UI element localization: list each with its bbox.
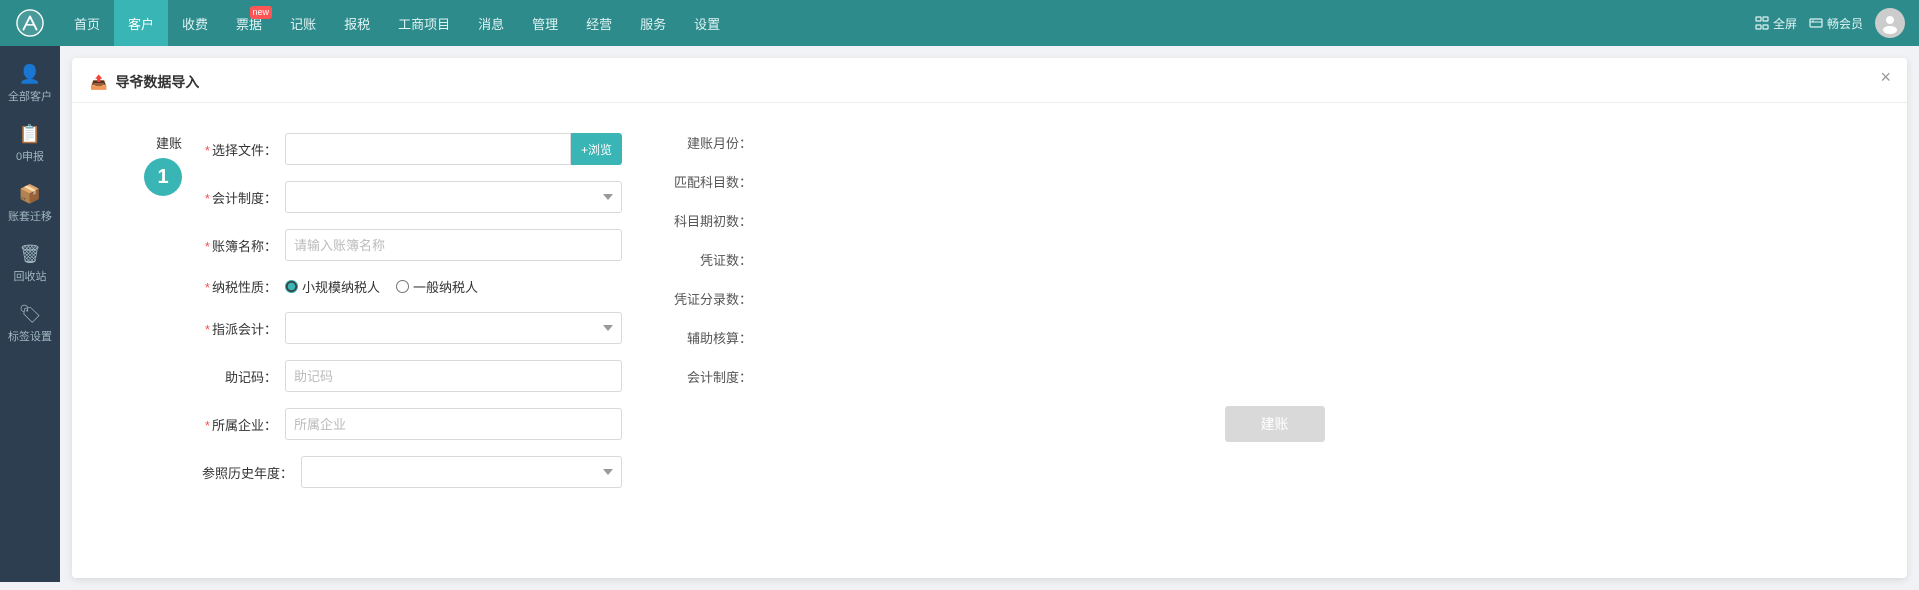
dialog-card: 📤 导爷数据导入 × 建账 1 *选择文件：	[72, 58, 1907, 578]
label-file: *选择文件：	[202, 140, 277, 159]
build-btn-area: 建账	[662, 406, 1887, 442]
sidebar-label-labels: 标签设置	[8, 328, 52, 344]
nav-item-tax[interactable]: 报税	[330, 0, 384, 46]
accounting-system-select[interactable]	[285, 181, 622, 213]
radio-general-label: 一般纳税人	[413, 277, 478, 296]
browse-button[interactable]: +浏览	[571, 133, 622, 165]
form-row-history-year: 参照历史年度：	[202, 456, 622, 488]
vip-button[interactable]: 畅会员	[1809, 15, 1863, 32]
ledger-name-input[interactable]	[285, 229, 622, 261]
file-text-input[interactable]	[285, 133, 571, 165]
nav-item-clients[interactable]: 客户	[114, 0, 168, 46]
dialog-title: 导爷数据导入	[115, 72, 199, 92]
info-label-build-month: 建账月份：	[662, 133, 752, 152]
form-row-accounting-system: *会计制度：	[202, 181, 622, 213]
info-row-build-month: 建账月份：	[662, 133, 1887, 152]
declaration-icon: 📋	[19, 124, 41, 145]
nav-item-services[interactable]: 服务	[626, 0, 680, 46]
info-row-voucher-entries: 凭证分录数：	[662, 289, 1887, 308]
sidebar-label-migration: 账套迁移	[8, 208, 52, 224]
sidebar-item-labels[interactable]: 🏷 标签设置	[0, 294, 60, 354]
labels-icon: 🏷	[19, 304, 42, 325]
close-button[interactable]: ×	[1880, 68, 1891, 86]
radio-small-label: 小规模纳税人	[302, 277, 380, 296]
info-label-auxiliary: 辅助核算：	[662, 328, 752, 347]
sidebar-label-all-clients: 全部客户	[8, 88, 52, 104]
radio-general-taxpayer[interactable]: 一般纳税人	[396, 277, 478, 296]
nav-item-fees[interactable]: 收费	[168, 0, 222, 46]
vip-label: 畅会员	[1827, 15, 1863, 32]
sidebar: 👤 全部客户 📋 0申报 📦 账套迁移 🗑 回收站 🏷 标签设置	[0, 46, 60, 582]
info-label-voucher-entries: 凭证分录数：	[662, 289, 752, 308]
tax-type-radio-group: 小规模纳税人 一般纳税人	[285, 277, 478, 296]
form-row-company: *所属企业：	[202, 408, 622, 440]
info-label-voucher-count: 凭证数：	[662, 250, 752, 269]
sidebar-item-declaration[interactable]: 📋 0申报	[0, 114, 60, 174]
nav-item-business[interactable]: 工商项目	[384, 0, 464, 46]
avatar[interactable]	[1875, 8, 1905, 38]
info-row-auxiliary: 辅助核算：	[662, 328, 1887, 347]
fullscreen-label: 全屏	[1773, 15, 1797, 32]
company-input[interactable]	[285, 408, 622, 440]
all-clients-icon: 👤	[19, 64, 41, 85]
new-badge: new	[250, 6, 273, 19]
nav-item-settings[interactable]: 设置	[680, 0, 734, 46]
nav-item-messages[interactable]: 消息	[464, 0, 518, 46]
import-icon: 📤	[90, 74, 107, 91]
accountant-select[interactable]	[285, 312, 622, 344]
history-year-select[interactable]	[301, 456, 622, 488]
radio-small-taxpayer[interactable]: 小规模纳税人	[285, 277, 380, 296]
app-logo	[10, 3, 50, 43]
info-row-initial-balance: 科目期初数：	[662, 211, 1887, 230]
form-row-accountant: *指派会计：	[202, 312, 622, 344]
label-memo-code: 助记码：	[202, 367, 277, 386]
label-accounting-system: *会计制度：	[202, 188, 277, 207]
sidebar-item-all-clients[interactable]: 👤 全部客户	[0, 54, 60, 114]
label-accountant: *指派会计：	[202, 319, 277, 338]
info-section: 建账月份： 匹配科目数： 科目期初数： 凭证数： 凭证分录数：	[622, 133, 1887, 504]
step-label: 建账	[156, 133, 182, 152]
main-content: 📤 导爷数据导入 × 建账 1 *选择文件：	[60, 46, 1919, 590]
form-section: *选择文件： +浏览 *会计制度：	[202, 133, 622, 504]
navbar-right: 全屏 畅会员	[1755, 8, 1905, 38]
info-row-accounting-system: 会计制度：	[662, 367, 1887, 386]
form-row-ledger-name: *账簿名称：	[202, 229, 622, 261]
label-history-year: 参照历史年度：	[202, 463, 293, 482]
sidebar-label-recycle: 回收站	[14, 268, 47, 284]
file-input-group: +浏览	[285, 133, 622, 165]
nav-item-operations[interactable]: 经营	[572, 0, 626, 46]
radio-small-input[interactable]	[285, 280, 298, 293]
navbar: 首页 客户 收费 票据 new 记账 报税 工商项目 消息 管理 经营 服务 设…	[0, 0, 1919, 46]
sidebar-label-declaration: 0申报	[16, 148, 44, 164]
fullscreen-button[interactable]: 全屏	[1755, 15, 1797, 32]
sidebar-item-migration[interactable]: 📦 账套迁移	[0, 174, 60, 234]
label-ledger-name: *账簿名称：	[202, 236, 277, 255]
info-label-initial-balance: 科目期初数：	[662, 211, 752, 230]
dialog-body: 建账 1 *选择文件： +浏览	[72, 103, 1907, 524]
dialog-header: 📤 导爷数据导入 ×	[72, 58, 1907, 103]
info-row-match-count: 匹配科目数：	[662, 172, 1887, 191]
label-tax-type: *纳税性质：	[202, 277, 277, 296]
info-label-accounting-system: 会计制度：	[662, 367, 752, 386]
build-button[interactable]: 建账	[1225, 406, 1325, 442]
nav-item-manage[interactable]: 管理	[518, 0, 572, 46]
step-circle: 1	[144, 158, 182, 196]
info-label-match-count: 匹配科目数：	[662, 172, 752, 191]
recycle-icon: 🗑	[19, 244, 42, 265]
form-row-memo-code: 助记码：	[202, 360, 622, 392]
step-section: 建账 1	[92, 133, 182, 504]
nav-item-home[interactable]: 首页	[60, 0, 114, 46]
sidebar-item-recycle[interactable]: 🗑 回收站	[0, 234, 60, 294]
radio-general-input[interactable]	[396, 280, 409, 293]
memo-code-input[interactable]	[285, 360, 622, 392]
label-company: *所属企业：	[202, 415, 277, 434]
form-row-tax-type: *纳税性质： 小规模纳税人 一般纳税人	[202, 277, 622, 296]
nav-item-bookkeeping[interactable]: 记账	[276, 0, 330, 46]
nav-item-invoices[interactable]: 票据 new	[222, 0, 276, 46]
migration-icon: 📦	[19, 184, 41, 205]
nav-items: 首页 客户 收费 票据 new 记账 报税 工商项目 消息 管理 经营 服务 设…	[60, 0, 1755, 46]
form-row-file: *选择文件： +浏览	[202, 133, 622, 165]
info-row-voucher-count: 凭证数：	[662, 250, 1887, 269]
